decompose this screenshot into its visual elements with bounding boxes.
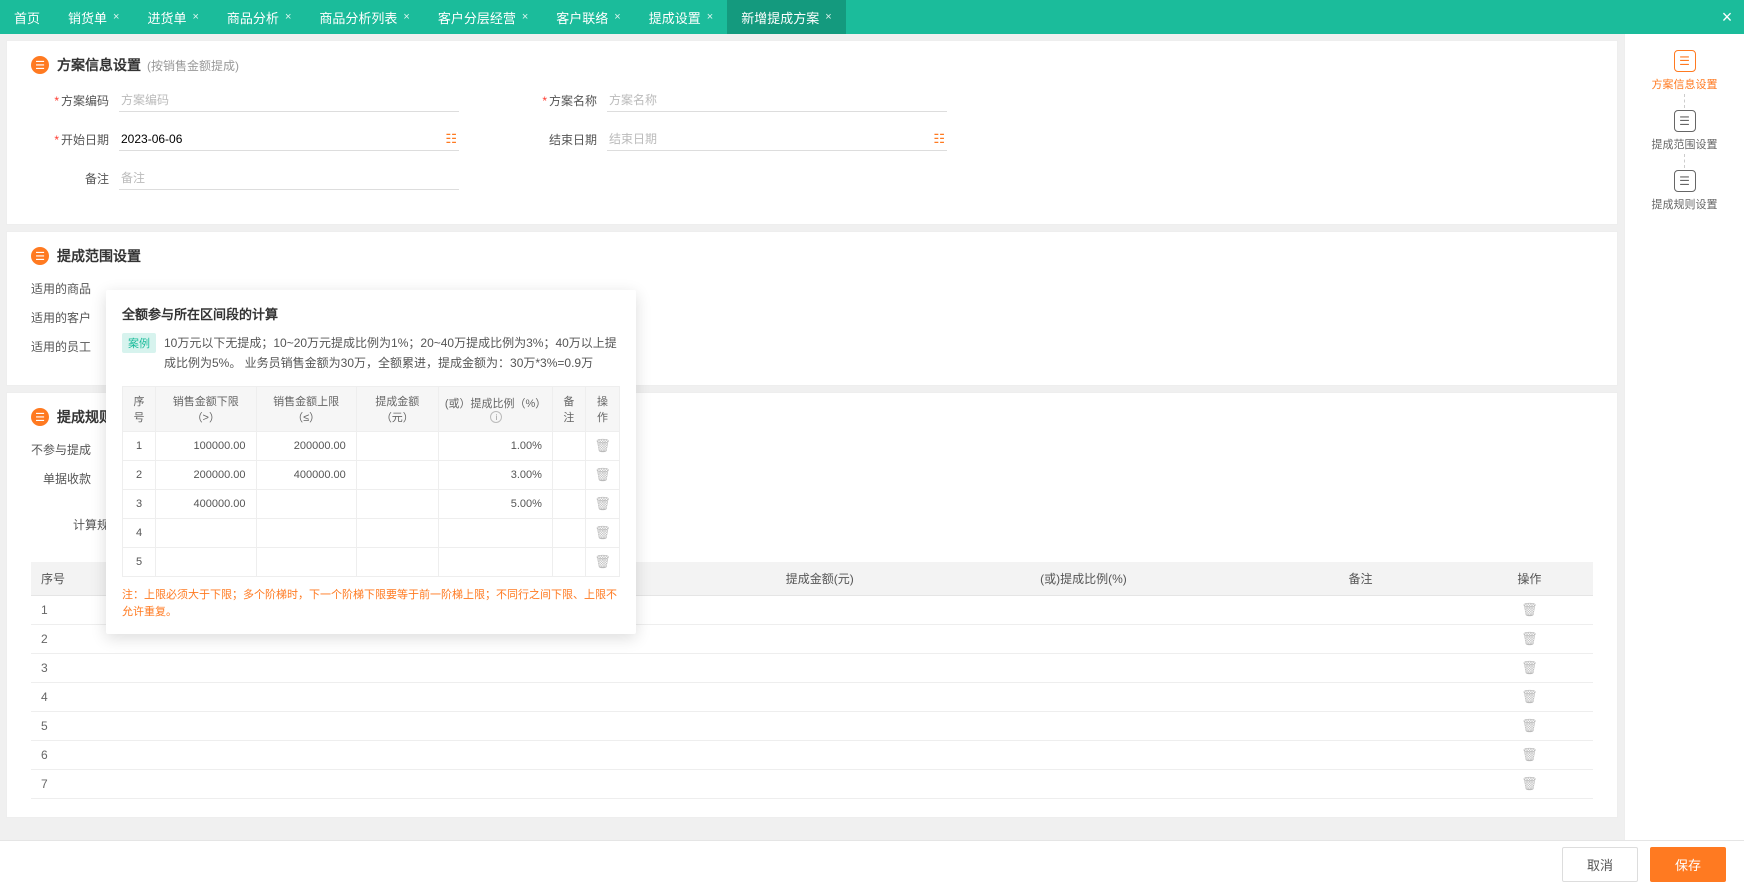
tooltip-title: 全额参与所在区间段的计算 — [122, 304, 620, 323]
tab-进货单[interactable]: 进货单× — [133, 0, 212, 34]
table-header: 操作 — [1466, 562, 1593, 596]
side-step[interactable]: ☰方案信息设置 — [1625, 48, 1744, 94]
tab-提成设置[interactable]: 提成设置× — [635, 0, 727, 34]
start-date-label: *开始日期 — [31, 131, 109, 148]
tab-close-icon[interactable]: × — [192, 11, 198, 23]
tab-商品分析列表[interactable]: 商品分析列表× — [305, 0, 423, 34]
case-tag: 案例 — [122, 333, 156, 353]
end-date-input[interactable] — [607, 128, 947, 151]
name-label: *方案名称 — [519, 92, 597, 109]
table-header: 备注 — [1338, 562, 1465, 596]
tab-close-icon[interactable]: × — [285, 11, 291, 23]
tooltip-row: 2200000.00400000.003.00%🗑 — [123, 460, 620, 489]
list-icon: ☰ — [31, 408, 49, 426]
main-content: ☰ 方案信息设置 (按销售金额提成) *方案编码 *方案名称 *开始日期 — [0, 34, 1624, 840]
tab-客户分层经营[interactable]: 客户分层经营× — [424, 0, 542, 34]
tooltip-header: (或）提成比例（%）i — [438, 386, 552, 431]
tooltip-row: 1100000.00200000.001.00%🗑 — [123, 431, 620, 460]
tab-首页[interactable]: 首页 — [0, 0, 54, 34]
table-row[interactable]: 3🗑 — [31, 654, 1593, 683]
tab-商品分析[interactable]: 商品分析× — [213, 0, 305, 34]
tab-close-icon[interactable]: × — [113, 11, 119, 23]
trash-icon[interactable]: 🗑 — [1521, 689, 1538, 704]
footer-bar: 取消 保存 — [0, 840, 1744, 888]
table-row[interactable]: 4🗑 — [31, 683, 1593, 712]
table-row[interactable]: 7🗑 — [31, 770, 1593, 799]
tooltip-header: 提成金额（元） — [356, 386, 438, 431]
tab-close-icon[interactable]: × — [707, 11, 713, 23]
tooltip-header: 序号 — [123, 386, 156, 431]
trash-icon[interactable]: 🗑 — [1521, 776, 1538, 791]
section-info-subtitle: (按销售金额提成) — [147, 57, 239, 74]
trash-icon[interactable]: 🗑 — [1521, 660, 1538, 675]
tooltip-header: 操作 — [585, 386, 619, 431]
trash-icon[interactable]: 🗑 — [1521, 602, 1538, 617]
section-info-title: 方案信息设置 — [57, 55, 141, 75]
table-row[interactable]: 5🗑 — [31, 712, 1593, 741]
tab-close-icon[interactable]: × — [522, 11, 528, 23]
save-button[interactable]: 保存 — [1650, 847, 1726, 882]
code-input[interactable] — [119, 89, 459, 112]
trash-icon[interactable]: 🗑 — [594, 467, 611, 482]
tooltip-header: 销售金额上限（≤） — [256, 386, 356, 431]
start-date-input[interactable] — [119, 128, 459, 151]
tooltip-row: 4🗑 — [123, 518, 620, 547]
list-icon: ☰ — [31, 56, 49, 74]
section-scope-title: 提成范围设置 — [57, 246, 141, 266]
code-label: *方案编码 — [31, 92, 109, 109]
tooltip-table: 序号销售金额下限（>）销售金额上限（≤）提成金额（元）(或）提成比例（%）i备注… — [122, 386, 620, 577]
table-header: 提成金额(元) — [776, 562, 1030, 596]
side-step[interactable]: ☰提成范围设置 — [1625, 108, 1744, 154]
trash-icon[interactable]: 🗑 — [1521, 718, 1538, 733]
end-date-label: 结束日期 — [519, 131, 597, 148]
name-input[interactable] — [607, 89, 947, 112]
remark-input[interactable] — [119, 167, 459, 190]
case-text: 10万元以下无提成；10~20万元提成比例为1%；20~40万提成比例为3%；4… — [164, 333, 620, 374]
side-step[interactable]: ☰提成规则设置 — [1625, 168, 1744, 214]
trash-icon[interactable]: 🗑 — [594, 525, 611, 540]
tab-close-icon[interactable]: × — [825, 11, 831, 23]
trash-icon[interactable]: 🗑 — [594, 438, 611, 453]
table-header: (或)提成比例(%) — [1030, 562, 1338, 596]
step-icon: ☰ — [1674, 110, 1696, 132]
step-icon: ☰ — [1674, 50, 1696, 72]
tab-close-icon[interactable]: × — [614, 11, 620, 23]
close-all-tabs[interactable]: × — [1710, 0, 1744, 34]
section-info: ☰ 方案信息设置 (按销售金额提成) *方案编码 *方案名称 *开始日期 — [6, 40, 1618, 225]
tab-客户联络[interactable]: 客户联络× — [542, 0, 634, 34]
tooltip-header: 销售金额下限（>） — [156, 386, 257, 431]
info-icon: i — [490, 411, 502, 423]
tab-close-icon[interactable]: × — [403, 11, 409, 23]
list-icon: ☰ — [31, 247, 49, 265]
top-tab-bar: 首页销货单×进货单×商品分析×商品分析列表×客户分层经营×客户联络×提成设置×新… — [0, 0, 1744, 34]
table-row[interactable]: 6🗑 — [31, 741, 1593, 770]
cancel-button[interactable]: 取消 — [1562, 847, 1638, 882]
trash-icon[interactable]: 🗑 — [1521, 631, 1538, 646]
tooltip-header: 备注 — [552, 386, 585, 431]
trash-icon[interactable]: 🗑 — [1521, 747, 1538, 762]
side-steps: ☰方案信息设置 ☰提成范围设置 ☰提成规则设置 — [1624, 34, 1744, 840]
tooltip-row: 3400000.005.00%🗑 — [123, 489, 620, 518]
calc-rule-tooltip: 全额参与所在区间段的计算 案例 10万元以下无提成；10~20万元提成比例为1%… — [106, 290, 636, 634]
trash-icon[interactable]: 🗑 — [594, 496, 611, 511]
remark-label: 备注 — [31, 170, 109, 187]
tooltip-row: 5🗑 — [123, 547, 620, 576]
step-icon: ☰ — [1674, 170, 1696, 192]
trash-icon[interactable]: 🗑 — [594, 554, 611, 569]
tooltip-note: 注：上限必须大于下限；多个阶梯时，下一个阶梯下限要等于前一阶梯上限；不同行之间下… — [122, 587, 620, 622]
tab-新增提成方案[interactable]: 新增提成方案× — [727, 0, 845, 34]
tab-销货单[interactable]: 销货单× — [54, 0, 133, 34]
